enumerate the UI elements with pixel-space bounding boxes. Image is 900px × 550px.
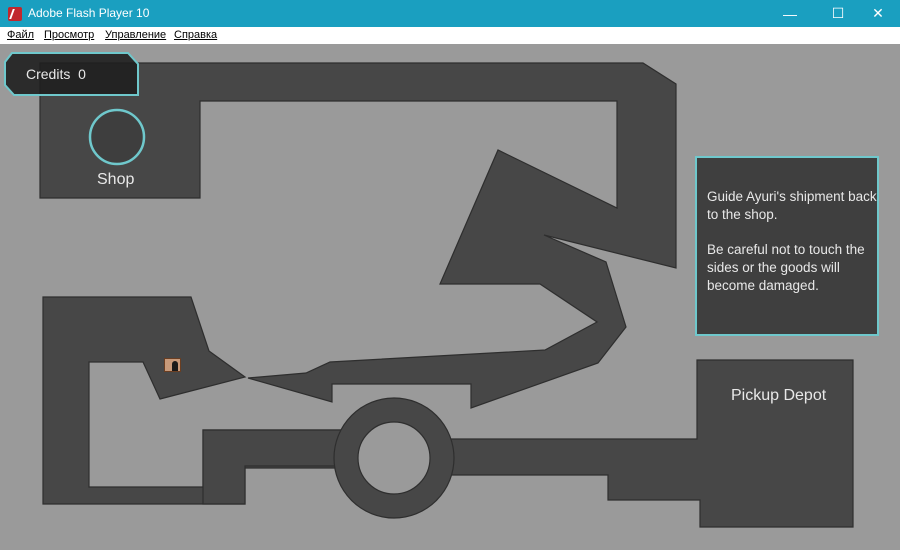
credits-label: Credits [26,66,71,82]
shipment-cargo-icon[interactable] [164,358,181,372]
credits-display: Credits 0 [26,66,86,82]
shop-target [88,108,146,166]
ring-hole [357,421,431,495]
pickup-depot-label: Pickup Depot [731,387,827,404]
credits-value: 0 [78,66,86,82]
instructions-panel: Guide Ayuri's shipment back to the shop.… [695,156,879,336]
instruction-line: Be careful not to touch the sides or the… [707,242,865,293]
shop-label: Shop [97,171,135,188]
instruction-line: Guide Ayuri's shipment back to the shop. [707,189,877,222]
